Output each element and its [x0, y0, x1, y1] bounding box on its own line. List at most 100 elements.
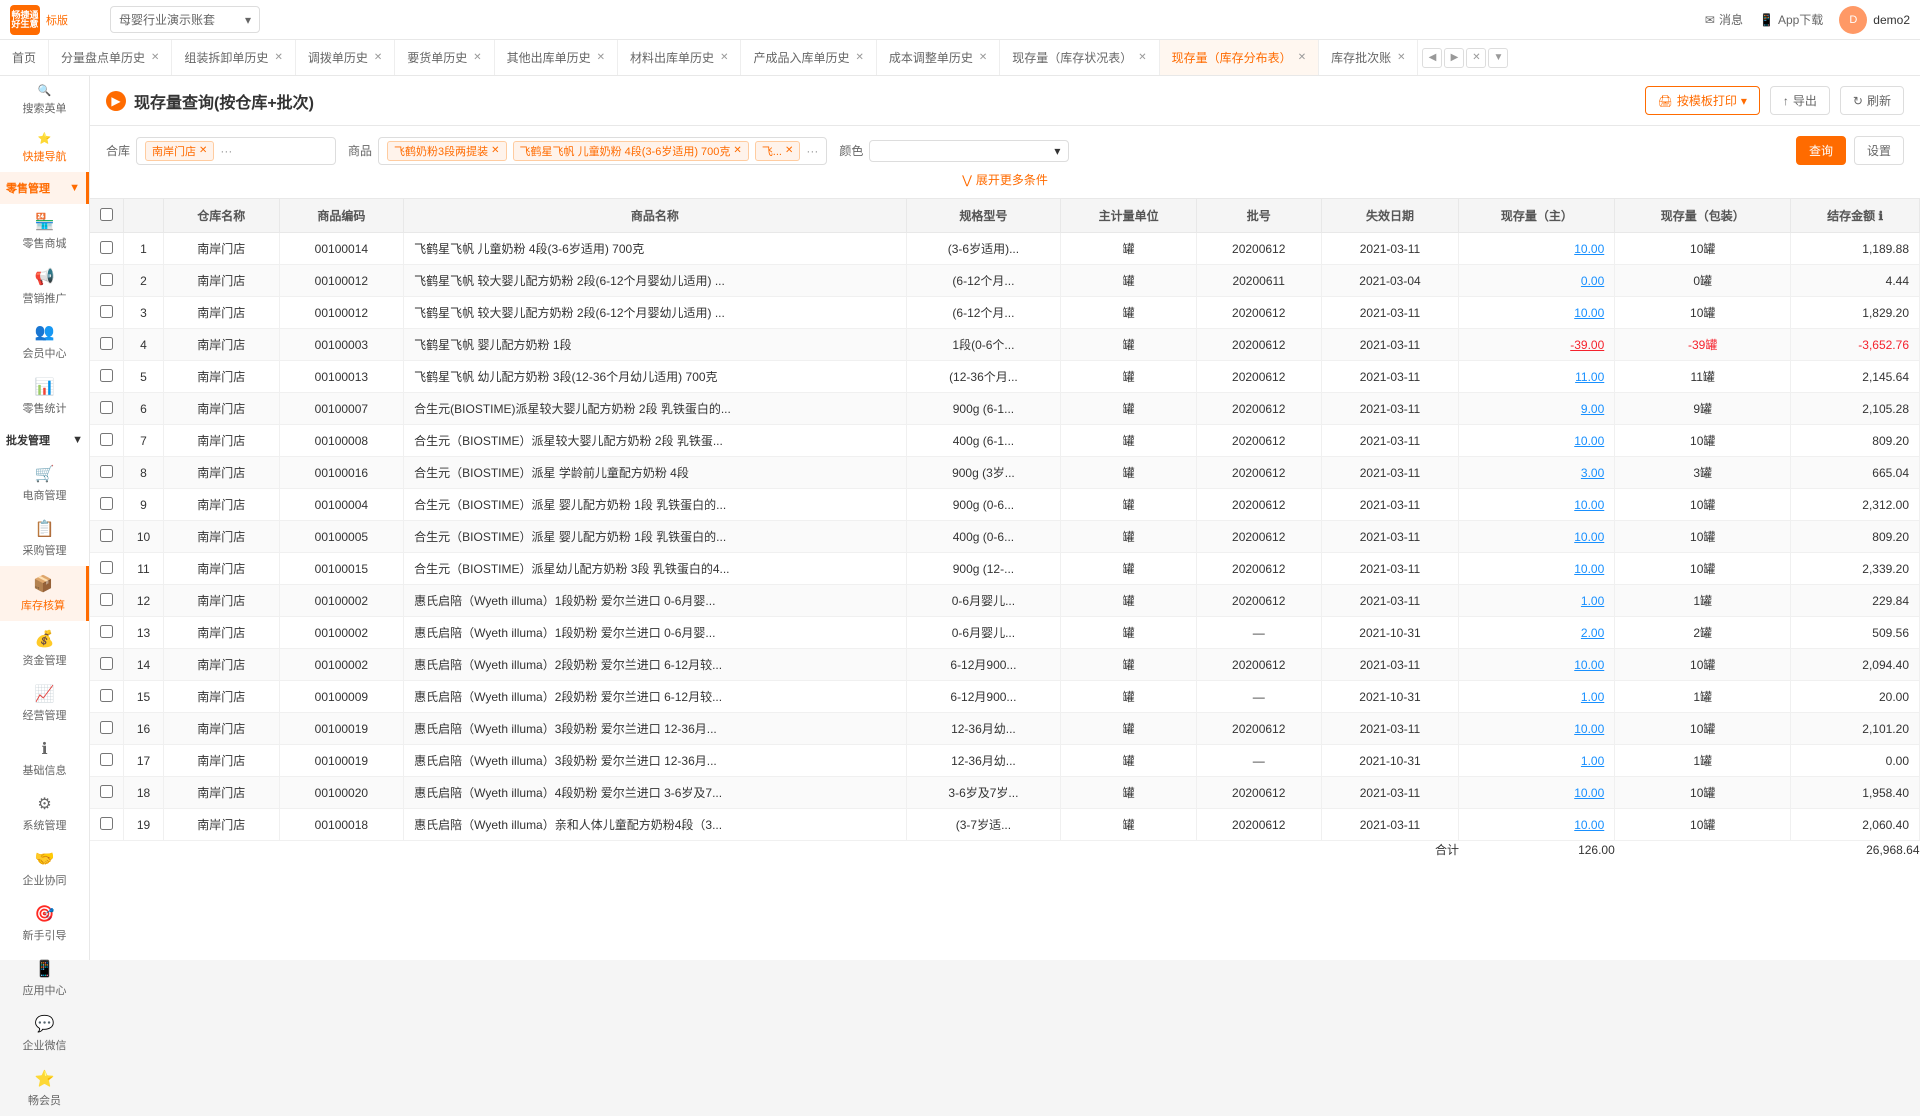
row-checkbox[interactable]	[90, 297, 124, 329]
message-btn[interactable]: ✉ 首页 消息	[1705, 11, 1743, 28]
tab-chengben[interactable]: 成本调整单历史 ✕	[877, 40, 1000, 76]
sidebar-item-wholesale[interactable]: 批发管理 ▼	[0, 424, 89, 456]
nav-menu-icon[interactable]: ▼	[1488, 48, 1508, 68]
tab-zuhe[interactable]: 组装拆卸单历史 ✕	[172, 40, 295, 76]
nav-close-icon[interactable]: ✕	[1466, 48, 1486, 68]
industry-selector[interactable]: 母婴行业演示账套 ▾	[110, 6, 260, 33]
row-qty-main[interactable]: 10.00	[1459, 809, 1615, 841]
settings-btn[interactable]: 设置	[1854, 136, 1904, 165]
sidebar-item-apps[interactable]: 📱 应用中心	[0, 951, 89, 1006]
row-qty-main[interactable]: 10.00	[1459, 425, 1615, 457]
close-icon[interactable]: ✕	[1138, 52, 1146, 63]
row-qty-main[interactable]: 10.00	[1459, 553, 1615, 585]
row-qty-main[interactable]: 10.00	[1459, 233, 1615, 265]
row-qty-main[interactable]: 10.00	[1459, 777, 1615, 809]
sidebar-item-collab[interactable]: 🤝 企业协同	[0, 841, 89, 896]
nav-prev-icon[interactable]: ◀	[1422, 48, 1442, 68]
sidebar-item-stats[interactable]: 📊 零售统计	[0, 369, 89, 424]
sidebar-item-basics[interactable]: ℹ 基础信息	[0, 731, 89, 786]
select-all-checkbox[interactable]	[100, 208, 113, 221]
sidebar-item-inventory[interactable]: 📦 库存核算	[0, 566, 89, 621]
row-qty-main[interactable]: 10.00	[1459, 649, 1615, 681]
sidebar-nav[interactable]: ⭐ 快捷导航	[0, 124, 89, 172]
tab-fenliang[interactable]: 分量盘点单历史 ✕	[49, 40, 172, 76]
refresh-btn[interactable]: ↻ 刷新	[1840, 86, 1904, 115]
close-icon[interactable]: ✕	[855, 52, 863, 63]
expand-conditions-btn[interactable]: ⋁ 展开更多条件	[106, 171, 1904, 188]
sidebar-item-marketing[interactable]: 📢 营销推广	[0, 259, 89, 314]
sidebar-item-wechat[interactable]: 💬 企业微信	[0, 1006, 89, 1061]
sidebar-item-guide[interactable]: 🎯 新手引导	[0, 896, 89, 951]
close-icon[interactable]: ✕	[720, 52, 728, 63]
expand-arrow[interactable]: ▶	[106, 91, 126, 111]
row-checkbox[interactable]	[90, 393, 124, 425]
row-qty-main[interactable]: 11.00	[1459, 361, 1615, 393]
row-checkbox[interactable]	[90, 457, 124, 489]
tag-close-icon[interactable]: ✕	[199, 145, 207, 156]
close-icon[interactable]: ✕	[1298, 52, 1306, 63]
close-icon[interactable]: ✕	[979, 52, 987, 63]
sidebar-item-vip[interactable]: ⭐ 畅会员	[0, 1061, 89, 1116]
tab-qita[interactable]: 其他出库单历史 ✕	[495, 40, 618, 76]
row-qty-main[interactable]: 1.00	[1459, 585, 1615, 617]
nav-next-icon[interactable]: ▶	[1444, 48, 1464, 68]
row-checkbox[interactable]	[90, 681, 124, 713]
row-qty-main[interactable]: 0.00	[1459, 265, 1615, 297]
print-btn[interactable]: 🖨 按模板打印 ▾	[1645, 86, 1760, 115]
close-icon[interactable]: ✕	[1397, 52, 1405, 63]
row-qty-main[interactable]: 3.00	[1459, 457, 1615, 489]
tag-close-icon[interactable]: ✕	[733, 145, 741, 156]
sidebar-search[interactable]: 🔍 搜索英单	[0, 76, 89, 124]
sidebar-item-ecommerce[interactable]: 🛒 电商管理	[0, 456, 89, 511]
sidebar-item-system[interactable]: ⚙ 系统管理	[0, 786, 89, 841]
row-checkbox[interactable]	[90, 329, 124, 361]
sidebar-item-mall[interactable]: 🏪 零售商城	[0, 204, 89, 259]
tab-xian1[interactable]: 现存量（库存状况表） ✕	[1000, 40, 1159, 76]
tab-xian2[interactable]: 现存量（库存分布表） ✕	[1160, 40, 1319, 76]
tab-kucun[interactable]: 库存批次账 ✕	[1319, 40, 1418, 76]
close-icon[interactable]: ✕	[473, 52, 481, 63]
row-checkbox[interactable]	[90, 233, 124, 265]
row-checkbox[interactable]	[90, 425, 124, 457]
row-checkbox[interactable]	[90, 713, 124, 745]
row-qty-main[interactable]: 1.00	[1459, 745, 1615, 777]
row-checkbox[interactable]	[90, 361, 124, 393]
row-checkbox[interactable]	[90, 265, 124, 297]
row-checkbox[interactable]	[90, 617, 124, 649]
row-checkbox[interactable]	[90, 489, 124, 521]
row-qty-main[interactable]: 10.00	[1459, 521, 1615, 553]
row-checkbox[interactable]	[90, 521, 124, 553]
tab-cailiao[interactable]: 材料出库单历史 ✕	[618, 40, 741, 76]
close-icon[interactable]: ✕	[151, 52, 159, 63]
app-download-btn[interactable]: 📱 App下载	[1759, 11, 1823, 28]
row-checkbox[interactable]	[90, 777, 124, 809]
color-tags[interactable]: ▾	[869, 140, 1069, 162]
close-icon[interactable]: ✕	[274, 52, 282, 63]
sidebar-item-operation[interactable]: 📈 经营管理	[0, 676, 89, 731]
row-checkbox[interactable]	[90, 585, 124, 617]
sidebar-item-retail[interactable]: 零售管理 ▼	[0, 172, 89, 204]
product-tags[interactable]: 飞鹤奶粉3段两提装 ✕ 飞鹤星飞帆 儿童奶粉 4段(3-6岁适用) 700克 ✕…	[378, 137, 827, 165]
tab-chengpin[interactable]: 产成品入库单历史 ✕	[741, 40, 876, 76]
close-icon[interactable]: ✕	[374, 52, 382, 63]
sidebar-item-finance[interactable]: 💰 资金管理	[0, 621, 89, 676]
row-checkbox[interactable]	[90, 809, 124, 841]
warehouse-tags[interactable]: 南岸门店 ✕ ···	[136, 137, 336, 165]
row-checkbox[interactable]	[90, 553, 124, 585]
row-qty-main[interactable]: 9.00	[1459, 393, 1615, 425]
row-qty-main[interactable]: -39.00	[1459, 329, 1615, 361]
row-qty-main[interactable]: 1.00	[1459, 681, 1615, 713]
tab-home[interactable]: 首页	[0, 40, 49, 76]
close-icon[interactable]: ✕	[597, 52, 605, 63]
export-btn[interactable]: ↑ 导出	[1770, 86, 1830, 115]
sidebar-item-members[interactable]: 👥 会员中心	[0, 314, 89, 369]
sidebar-item-purchase[interactable]: 📋 采购管理	[0, 511, 89, 566]
tab-diaob[interactable]: 调拨单历史 ✕	[296, 40, 395, 76]
row-checkbox[interactable]	[90, 649, 124, 681]
row-qty-main[interactable]: 10.00	[1459, 713, 1615, 745]
row-qty-main[interactable]: 10.00	[1459, 489, 1615, 521]
row-checkbox[interactable]	[90, 745, 124, 777]
row-qty-main[interactable]: 10.00	[1459, 297, 1615, 329]
tab-yaohuo[interactable]: 要货单历史 ✕	[395, 40, 494, 76]
tag-close-icon[interactable]: ✕	[785, 145, 793, 156]
